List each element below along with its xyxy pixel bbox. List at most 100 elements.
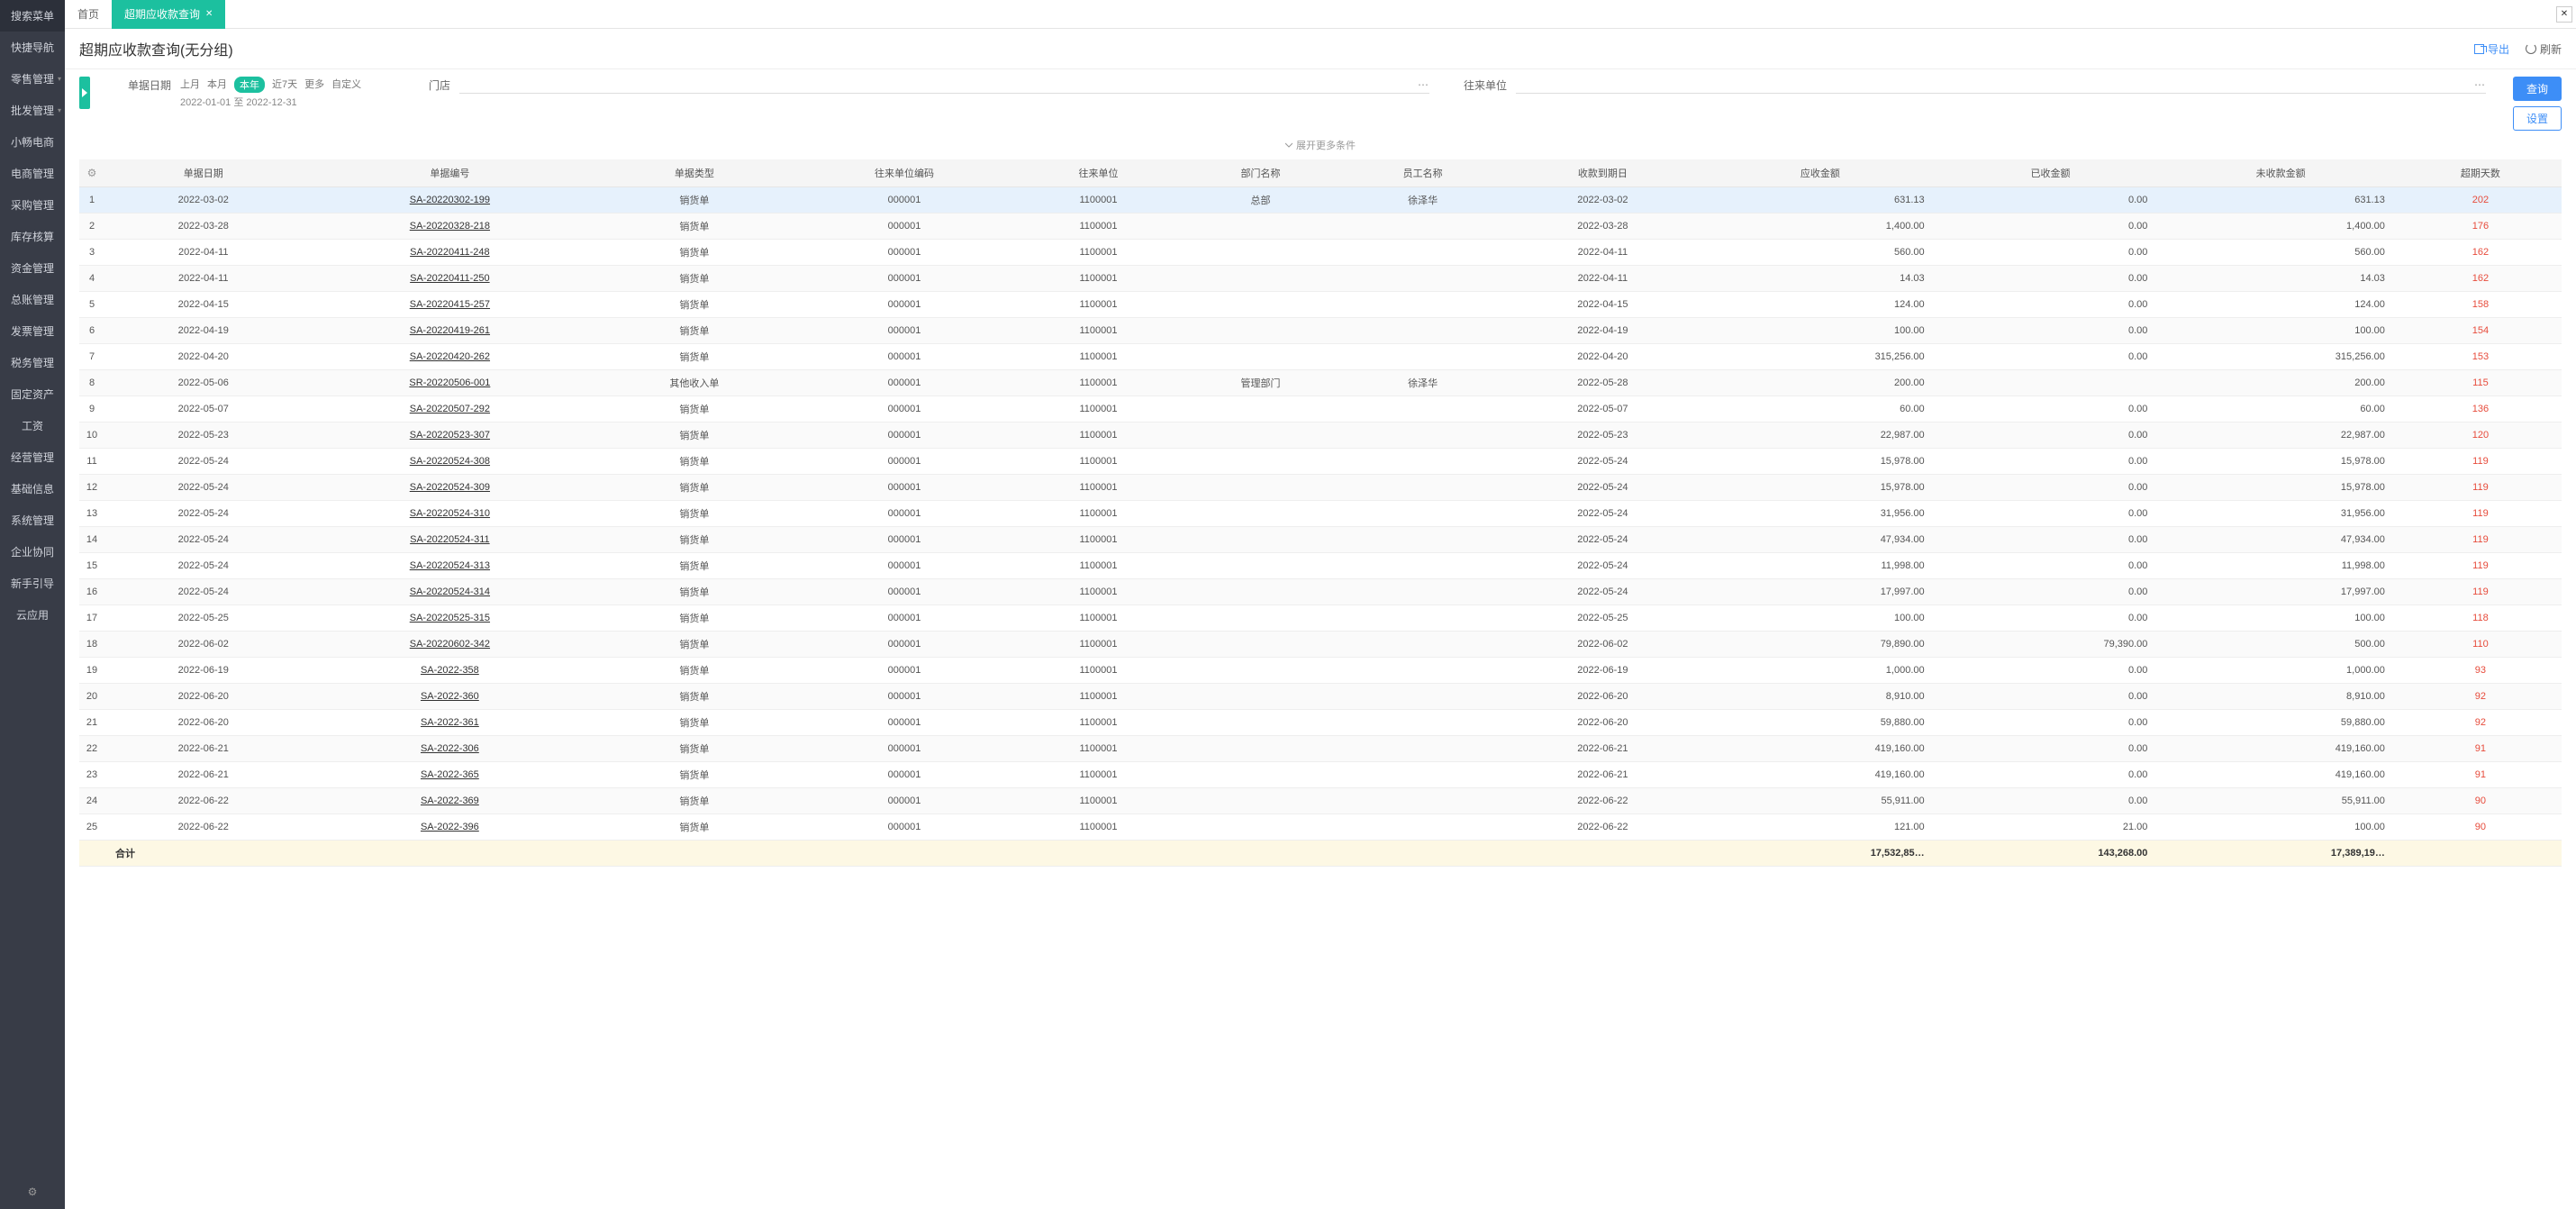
partner-input[interactable] <box>1516 78 2474 91</box>
tab-1[interactable]: 超期应收款查询✕ <box>112 0 225 29</box>
close-icon[interactable]: ✕ <box>205 9 213 19</box>
export-button[interactable]: 导出 <box>2474 41 2509 57</box>
doc-link[interactable]: SA-20220420-262 <box>410 351 490 362</box>
sidebar-item-12[interactable]: 固定资产 <box>0 378 65 410</box>
sidebar-item-19[interactable]: 云应用 <box>0 599 65 631</box>
sidebar-item-15[interactable]: 基础信息 <box>0 473 65 505</box>
doc-link[interactable]: SA-20220523-307 <box>410 430 490 441</box>
doc-link[interactable]: SA-2022-358 <box>421 665 479 676</box>
store-picker-icon[interactable]: ⋯ <box>1418 78 1429 91</box>
table-row[interactable]: 232022-06-21SA-2022-365销货单00000111000012… <box>79 762 2562 788</box>
settings-button[interactable]: 设置 <box>2513 106 2562 131</box>
table-row[interactable]: 12022-03-02SA-20220302-199销货单00000111000… <box>79 187 2562 214</box>
doc-link[interactable]: SA-2022-306 <box>421 743 479 754</box>
doc-link[interactable]: SA-20220302-199 <box>410 195 490 205</box>
col-header-1[interactable]: 单据日期 <box>104 159 303 187</box>
query-button[interactable]: 查询 <box>2513 77 2562 101</box>
table-row[interactable]: 42022-04-11SA-20220411-250销货单00000111000… <box>79 266 2562 292</box>
table-row[interactable]: 62022-04-19SA-20220419-261销货单00000111000… <box>79 318 2562 344</box>
sidebar-item-1[interactable]: 快捷导航 <box>0 32 65 63</box>
sidebar-item-6[interactable]: 采购管理 <box>0 189 65 221</box>
range-opt-1[interactable]: 本月 <box>207 77 227 93</box>
col-header-9[interactable]: 应收金额 <box>1701 159 1938 187</box>
sidebar-item-14[interactable]: 经营管理 <box>0 441 65 473</box>
doc-link[interactable]: SA-20220507-292 <box>410 404 490 414</box>
doc-link[interactable]: SA-20220525-315 <box>410 613 490 623</box>
doc-link[interactable]: SA-20220419-261 <box>410 325 490 336</box>
doc-link[interactable]: SA-2022-361 <box>421 717 479 728</box>
col-header-7[interactable]: 员工名称 <box>1342 159 1504 187</box>
table-row[interactable]: 182022-06-02SA-20220602-342销货单0000011100… <box>79 632 2562 658</box>
range-opt-3[interactable]: 近7天 <box>272 77 297 93</box>
doc-link[interactable]: SA-20220524-308 <box>410 456 490 467</box>
sidebar-item-0[interactable]: 搜索菜单 <box>0 0 65 32</box>
col-header-10[interactable]: 已收金额 <box>1939 159 2163 187</box>
doc-link[interactable]: SA-20220524-314 <box>410 586 490 597</box>
table-row[interactable]: 222022-06-21SA-2022-306销货单00000111000012… <box>79 736 2562 762</box>
doc-link[interactable]: SR-20220506-001 <box>409 377 490 388</box>
table-row[interactable]: 92022-05-07SA-20220507-292销货单00000111000… <box>79 396 2562 423</box>
doc-link[interactable]: SA-2022-369 <box>421 795 479 806</box>
doc-link[interactable]: SA-2022-365 <box>421 769 479 780</box>
doc-link[interactable]: SA-20220415-257 <box>410 299 490 310</box>
col-header-5[interactable]: 往来单位 <box>1017 159 1179 187</box>
settings-gear[interactable] <box>0 1175 65 1209</box>
col-header-12[interactable]: 超期天数 <box>2399 159 2562 187</box>
col-header-6[interactable]: 部门名称 <box>1180 159 1342 187</box>
table-row[interactable]: 152022-05-24SA-20220524-313销货单0000011100… <box>79 553 2562 579</box>
table-row[interactable]: 202022-06-20SA-2022-360销货单00000111000012… <box>79 684 2562 710</box>
col-header-0[interactable] <box>79 159 104 187</box>
doc-link[interactable]: SA-20220524-313 <box>410 560 490 571</box>
table-row[interactable]: 132022-05-24SA-20220524-310销货单0000011100… <box>79 501 2562 527</box>
sidebar-item-9[interactable]: 总账管理 <box>0 284 65 315</box>
doc-link[interactable]: SA-20220411-248 <box>410 247 489 258</box>
partner-input-wrap[interactable]: ⋯ <box>1516 77 2486 94</box>
doc-link[interactable]: SA-2022-360 <box>421 691 479 702</box>
store-input[interactable] <box>459 78 1418 91</box>
range-opt-0[interactable]: 上月 <box>180 77 200 93</box>
sidebar-item-8[interactable]: 资金管理 <box>0 252 65 284</box>
sidebar-item-3[interactable]: 批发管理▾ <box>0 95 65 126</box>
close-all-tabs[interactable]: ✕ <box>2556 6 2572 23</box>
table-row[interactable]: 52022-04-15SA-20220415-257销货单00000111000… <box>79 292 2562 318</box>
table-row[interactable]: 102022-05-23SA-20220523-307销货单0000011100… <box>79 423 2562 449</box>
sidebar-item-11[interactable]: 税务管理 <box>0 347 65 378</box>
table-row[interactable]: 242022-06-22SA-2022-369销货单00000111000012… <box>79 788 2562 814</box>
doc-link[interactable]: SA-20220411-250 <box>410 273 489 284</box>
table-row[interactable]: 172022-05-25SA-20220525-315销货单0000011100… <box>79 605 2562 632</box>
table-row[interactable]: 252022-06-22SA-2022-396销货单00000111000012… <box>79 814 2562 841</box>
range-opt-5[interactable]: 自定义 <box>331 77 361 93</box>
tab-0[interactable]: 首页 <box>65 0 112 29</box>
col-header-3[interactable]: 单据类型 <box>597 159 791 187</box>
doc-link[interactable]: SA-20220524-310 <box>410 508 490 519</box>
table-row[interactable]: 32022-04-11SA-20220411-248销货单00000111000… <box>79 240 2562 266</box>
col-header-11[interactable]: 未收款金额 <box>2162 159 2399 187</box>
partner-picker-icon[interactable]: ⋯ <box>2474 78 2486 91</box>
sidebar-item-17[interactable]: 企业协同 <box>0 536 65 568</box>
sidebar-item-13[interactable]: 工资 <box>0 410 65 441</box>
col-header-8[interactable]: 收款到期日 <box>1504 159 1702 187</box>
doc-link[interactable]: SA-20220524-309 <box>410 482 490 493</box>
collapse-handle[interactable] <box>79 77 90 109</box>
table-row[interactable]: 82022-05-06SR-20220506-001其他收入单000001110… <box>79 370 2562 396</box>
doc-link[interactable]: SA-20220524-311 <box>410 534 489 545</box>
range-opt-2[interactable]: 本年 <box>234 77 265 93</box>
table-row[interactable]: 72022-04-20SA-20220420-262销货单00000111000… <box>79 344 2562 370</box>
table-row[interactable]: 142022-05-24SA-20220524-311销货单0000011100… <box>79 527 2562 553</box>
table-row[interactable]: 192022-06-19SA-2022-358销货单00000111000012… <box>79 658 2562 684</box>
range-opt-4[interactable]: 更多 <box>304 77 324 93</box>
refresh-button[interactable]: 刷新 <box>2526 41 2562 57</box>
col-header-2[interactable]: 单据编号 <box>303 159 598 187</box>
doc-link[interactable]: SA-2022-396 <box>421 822 479 832</box>
sidebar-item-18[interactable]: 新手引导 <box>0 568 65 599</box>
sidebar-item-7[interactable]: 库存核算 <box>0 221 65 252</box>
expand-filters[interactable]: 展开更多条件 <box>65 134 2576 159</box>
sidebar-item-4[interactable]: 小畅电商 <box>0 126 65 158</box>
table-row[interactable]: 112022-05-24SA-20220524-308销货单0000011100… <box>79 449 2562 475</box>
sidebar-item-5[interactable]: 电商管理 <box>0 158 65 189</box>
doc-link[interactable]: SA-20220328-218 <box>410 221 490 232</box>
col-header-4[interactable]: 往来单位编码 <box>792 159 1018 187</box>
table-row[interactable]: 212022-06-20SA-2022-361销货单00000111000012… <box>79 710 2562 736</box>
store-input-wrap[interactable]: ⋯ <box>459 77 1429 94</box>
table-row[interactable]: 162022-05-24SA-20220524-314销货单0000011100… <box>79 579 2562 605</box>
